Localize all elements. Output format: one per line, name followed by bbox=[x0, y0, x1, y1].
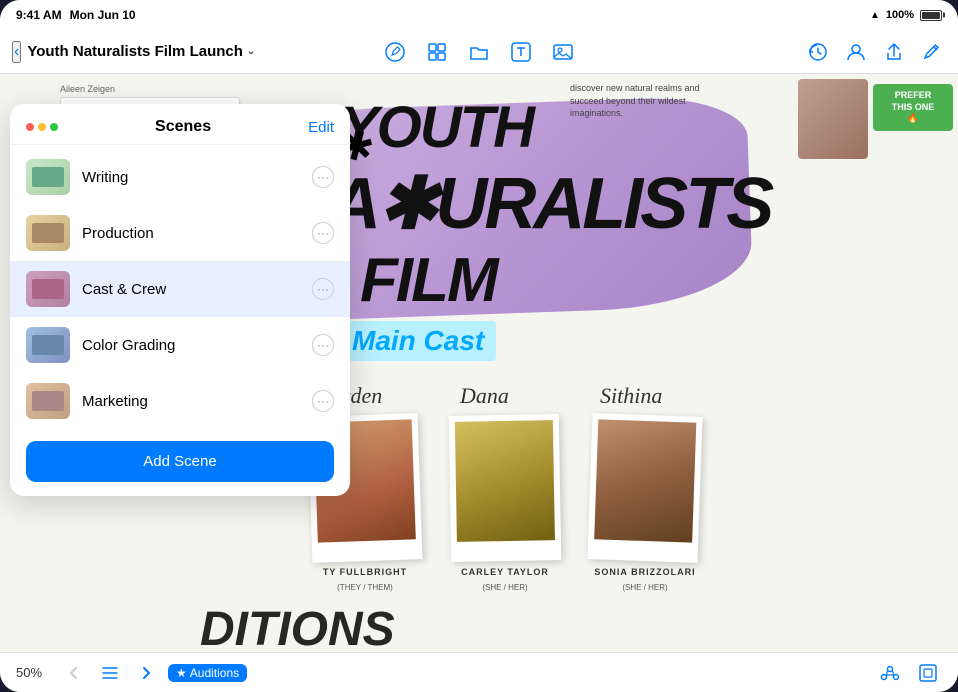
scene-item-production[interactable]: Production ··· bbox=[10, 205, 350, 261]
thumb-inner-marketing bbox=[26, 383, 70, 419]
cast-pronoun-ty: (THEY / THEM) bbox=[337, 583, 393, 592]
scene-thumb-marketing bbox=[26, 383, 70, 419]
folder-icon[interactable] bbox=[465, 38, 493, 66]
scene-more-color-grading[interactable]: ··· bbox=[312, 334, 334, 356]
thumb-inner-cast bbox=[26, 271, 70, 307]
scene-label-writing: Writing bbox=[82, 169, 300, 186]
toolbar-center bbox=[381, 38, 577, 66]
discover-text: discover new natural realms and succeed … bbox=[570, 82, 720, 120]
star-icon: ★ bbox=[176, 666, 187, 680]
document-title-button[interactable]: Youth Naturalists Film Launch ⌄ bbox=[27, 43, 255, 60]
scene-more-production[interactable]: ··· bbox=[312, 222, 334, 244]
wifi-icon: ▲ bbox=[870, 10, 880, 21]
list-view-button[interactable] bbox=[96, 659, 124, 687]
cast-name-sonia: SONIA BRIZZOLARI bbox=[594, 567, 695, 577]
thumb-inner-production bbox=[26, 215, 70, 251]
dot-yellow bbox=[38, 123, 46, 131]
scene-label-color-grading: Color Grading bbox=[82, 337, 300, 354]
status-time: 9:41 AM bbox=[16, 8, 62, 22]
scene-more-marketing[interactable]: ··· bbox=[312, 390, 334, 412]
collaborators-icon[interactable] bbox=[842, 38, 870, 66]
grid-icon[interactable] bbox=[423, 38, 451, 66]
main-canvas: ✱ YOUTH NA✱URALISTS FILM discover new na… bbox=[0, 74, 958, 652]
prefer-badge: PREFERTHIS ONE🔥 bbox=[873, 84, 953, 131]
document-title-text: Youth Naturalists Film Launch bbox=[27, 43, 243, 60]
title-chevron-icon: ⌄ bbox=[247, 46, 255, 57]
film-text: FILM bbox=[360, 245, 760, 316]
cast-pronoun-carley: (SHE / HER) bbox=[482, 583, 527, 592]
battery-icon bbox=[920, 10, 942, 21]
history-icon[interactable] bbox=[804, 38, 832, 66]
scene-thumb-color bbox=[26, 327, 70, 363]
scene-label-production: Production bbox=[82, 225, 300, 242]
starred-badge[interactable]: ★ Auditions bbox=[168, 664, 247, 682]
starred-label: Auditions bbox=[190, 666, 239, 680]
right-content: PREFERTHIS ONE🔥 bbox=[873, 84, 953, 131]
edit-icon[interactable] bbox=[918, 38, 946, 66]
toolbar-left: ‹ Youth Naturalists Film Launch ⌄ bbox=[12, 41, 373, 63]
dot-red bbox=[26, 123, 34, 131]
battery-percent: 100% bbox=[886, 9, 914, 21]
scene-thumb-cast bbox=[26, 271, 70, 307]
scene-more-writing[interactable]: ··· bbox=[312, 166, 334, 188]
scene-list: Writing ··· Production ··· bbox=[10, 145, 350, 433]
bottom-bar: 50% ★ Auditions bbox=[0, 652, 958, 692]
scene-item-marketing[interactable]: Marketing ··· bbox=[10, 373, 350, 429]
image-icon[interactable] bbox=[549, 38, 577, 66]
scene-thumb-production bbox=[26, 215, 70, 251]
polaroid-photo-carley bbox=[455, 420, 555, 542]
status-bar: 9:41 AM Mon Jun 10 ▲ 100% bbox=[0, 0, 958, 30]
status-left: 9:41 AM Mon Jun 10 bbox=[16, 8, 136, 22]
cast-member-sonia: Sithina SONIA BRIZZOLARI (SHE / HER) bbox=[590, 383, 700, 592]
cast-photos: Jayden TY FULLBRIGHT (THEY / THEM) Dana bbox=[310, 383, 938, 592]
scene-thumb-writing bbox=[26, 159, 70, 195]
aileen-label: Aileen Zeigen bbox=[60, 84, 240, 94]
auctions-bottom-text: DITIONS bbox=[200, 602, 395, 652]
add-scene-button[interactable]: Add Scene bbox=[26, 441, 334, 482]
main-cast-area: Main Cast Jayden TY FULLBRIGHT (THEY / T… bbox=[310, 321, 938, 592]
top-right-thumbnail bbox=[798, 79, 868, 159]
fullscreen-icon[interactable] bbox=[914, 659, 942, 687]
scenes-edit-button[interactable]: Edit bbox=[308, 119, 334, 136]
scene-item-cast-crew[interactable]: Cast & Crew ··· bbox=[10, 261, 350, 317]
thumb-inner-writing bbox=[26, 159, 70, 195]
polaroid-carley bbox=[449, 414, 562, 562]
toolbar: ‹ Youth Naturalists Film Launch ⌄ bbox=[0, 30, 958, 74]
cast-member-carley: Dana CARLEY TAYLOR (SHE / HER) bbox=[450, 383, 560, 592]
cast-pronoun-sonia: (SHE / HER) bbox=[622, 583, 667, 592]
scene-item-color-grading[interactable]: Color Grading ··· bbox=[10, 317, 350, 373]
scene-item-writing[interactable]: Writing ··· bbox=[10, 149, 350, 205]
pencil-circle-icon[interactable] bbox=[381, 38, 409, 66]
dot-green bbox=[50, 123, 58, 131]
text-format-icon[interactable] bbox=[507, 38, 535, 66]
main-cast-label: Main Cast bbox=[340, 321, 496, 361]
status-right: ▲ 100% bbox=[870, 9, 942, 21]
status-date: Mon Jun 10 bbox=[70, 8, 136, 22]
zoom-level: 50% bbox=[16, 665, 52, 680]
share-icon[interactable] bbox=[880, 38, 908, 66]
scene-more-cast-crew[interactable]: ··· bbox=[312, 278, 334, 300]
scenes-panel: Scenes Edit Writing ··· bbox=[10, 104, 350, 496]
scenes-header: Scenes Edit bbox=[10, 104, 350, 145]
back-button[interactable]: ‹ bbox=[12, 41, 21, 63]
scenes-panel-title: Scenes bbox=[58, 118, 308, 136]
share-bottom-icon[interactable] bbox=[876, 659, 904, 687]
naturalists-text: NA✱URALISTS bbox=[280, 161, 760, 245]
scene-label-cast-crew: Cast & Crew bbox=[82, 281, 300, 298]
bottom-right bbox=[876, 659, 942, 687]
nav-prev-button[interactable] bbox=[60, 659, 88, 687]
thumb-inner-color bbox=[26, 327, 70, 363]
polaroid-photo-sonia bbox=[594, 419, 696, 542]
cast-script-name-carley: Dana bbox=[460, 383, 509, 409]
window-dots bbox=[26, 123, 58, 131]
cast-name-carley: CARLEY TAYLOR bbox=[461, 567, 549, 577]
scene-label-marketing: Marketing bbox=[82, 393, 300, 410]
ipad-frame: 9:41 AM Mon Jun 10 ▲ 100% ‹ Youth Natura… bbox=[0, 0, 958, 692]
cast-script-name-sonia: Sithina bbox=[600, 383, 662, 409]
toolbar-right bbox=[585, 38, 946, 66]
polaroid-sonia bbox=[587, 413, 702, 563]
nav-next-button[interactable] bbox=[132, 659, 160, 687]
cast-name-ty: TY FULLBRIGHT bbox=[323, 567, 407, 577]
